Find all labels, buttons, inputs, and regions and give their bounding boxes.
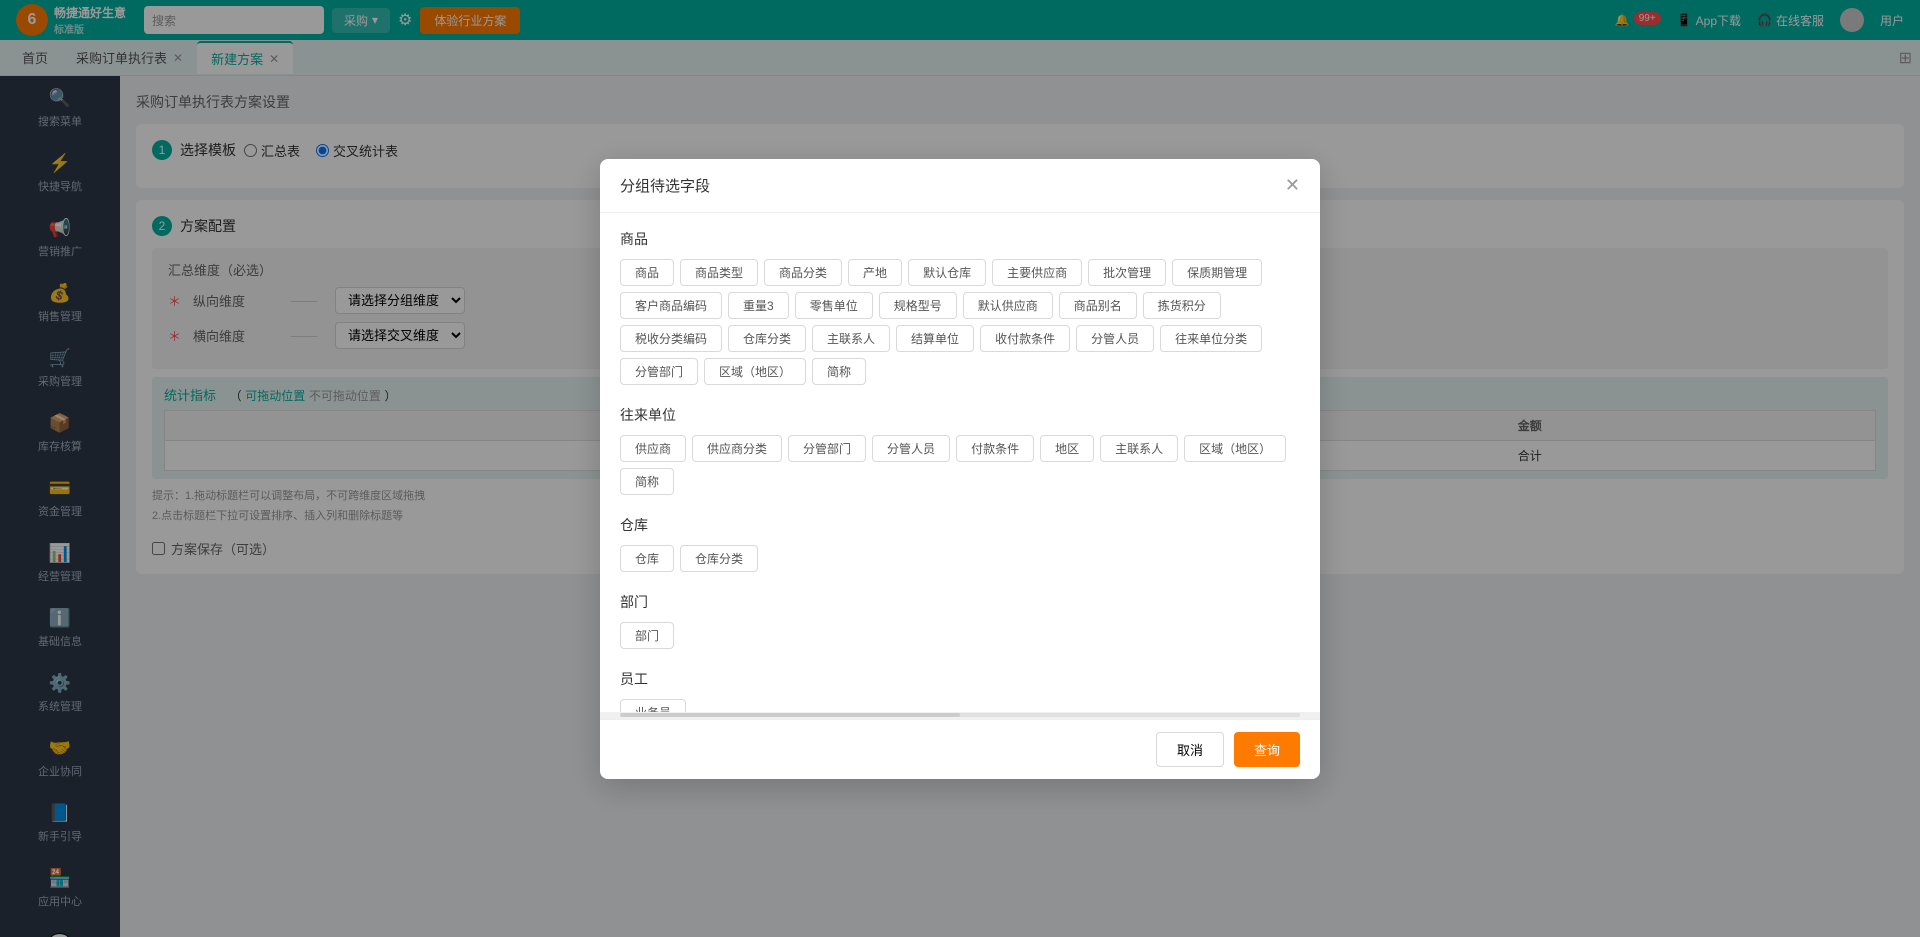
modal-header: 分组待选字段 ✕	[600, 159, 1320, 213]
section-product-title: 商品	[620, 229, 1300, 249]
field-tag-supervisor[interactable]: 分管人员	[1076, 325, 1154, 352]
modal-footer: 取消 查询	[600, 719, 1320, 779]
field-tag-pick-points[interactable]: 拣货积分	[1143, 292, 1221, 319]
section-warehouse: 仓库 仓库 仓库分类	[620, 515, 1300, 572]
modal-cancel-btn[interactable]: 取消	[1156, 732, 1224, 767]
field-tag-product-category[interactable]: 商品分类	[764, 259, 842, 286]
field-tag-settlement-unit[interactable]: 结算单位	[896, 325, 974, 352]
field-tag-payment-condition[interactable]: 付款条件	[956, 435, 1034, 462]
field-tag-spec-model[interactable]: 规格型号	[879, 292, 957, 319]
section-employee-title: 员工	[620, 669, 1300, 689]
section-dept-title: 部门	[620, 592, 1300, 612]
field-tag-region[interactable]: 区域（地区）	[704, 358, 806, 385]
field-tag-counterpart-short[interactable]: 简称	[620, 468, 674, 495]
section-counterpart: 往来单位 供应商 供应商分类 分管部门 分管人员 付款条件 地区 主联系人 区域…	[620, 405, 1300, 495]
field-tag-warehouse-category[interactable]: 仓库分类	[728, 325, 806, 352]
section-warehouse-title: 仓库	[620, 515, 1300, 535]
field-tag-main-contact[interactable]: 主联系人	[812, 325, 890, 352]
section-counterpart-title: 往来单位	[620, 405, 1300, 425]
field-tag-default-warehouse[interactable]: 默认仓库	[908, 259, 986, 286]
field-tag-department[interactable]: 部门	[620, 622, 674, 649]
field-tag-counterpart-category[interactable]: 往来单位分类	[1160, 325, 1262, 352]
field-tag-customer-code[interactable]: 客户商品编码	[620, 292, 722, 319]
field-tag-warehouse-type[interactable]: 仓库分类	[680, 545, 758, 572]
section-employee: 员工 业务员	[620, 669, 1300, 713]
modal-confirm-btn[interactable]: 查询	[1234, 732, 1300, 767]
field-tag-product-type[interactable]: 商品类型	[680, 259, 758, 286]
field-tag-product[interactable]: 商品	[620, 259, 674, 286]
field-tag-supplier[interactable]: 供应商	[620, 435, 686, 462]
field-tag-counterpart-dept[interactable]: 分管部门	[788, 435, 866, 462]
modal-title: 分组待选字段	[620, 175, 710, 196]
field-tag-supplier-category[interactable]: 供应商分类	[692, 435, 782, 462]
field-select-modal: 分组待选字段 ✕ 商品 商品 商品类型 商品分类 产地 默认仓库 主要供应商 批…	[600, 159, 1320, 779]
section-counterpart-tags: 供应商 供应商分类 分管部门 分管人员 付款条件 地区 主联系人 区域（地区） …	[620, 435, 1300, 495]
section-product: 商品 商品 商品类型 商品分类 产地 默认仓库 主要供应商 批次管理 保质期管理…	[620, 229, 1300, 385]
field-tag-main-supplier[interactable]: 主要供应商	[992, 259, 1082, 286]
field-tag-counterpart-region[interactable]: 区域（地区）	[1184, 435, 1286, 462]
field-tag-counterpart-contact[interactable]: 主联系人	[1100, 435, 1178, 462]
section-dept-tags: 部门	[620, 622, 1300, 649]
field-tag-warehouse[interactable]: 仓库	[620, 545, 674, 572]
field-tag-area[interactable]: 地区	[1040, 435, 1094, 462]
field-tag-origin[interactable]: 产地	[848, 259, 902, 286]
modal-hscroll-track	[620, 713, 1300, 717]
modal-body: 商品 商品 商品类型 商品分类 产地 默认仓库 主要供应商 批次管理 保质期管理…	[600, 213, 1320, 713]
section-dept: 部门 部门	[620, 592, 1300, 649]
field-tag-retail-unit[interactable]: 零售单位	[795, 292, 873, 319]
field-tag-dept[interactable]: 分管部门	[620, 358, 698, 385]
field-tag-weight3[interactable]: 重量3	[728, 292, 789, 319]
section-employee-tags: 业务员	[620, 699, 1300, 713]
section-warehouse-tags: 仓库 仓库分类	[620, 545, 1300, 572]
field-tag-salesperson[interactable]: 业务员	[620, 699, 686, 713]
field-tag-product-alias[interactable]: 商品别名	[1059, 292, 1137, 319]
modal-hscroll-thumb	[620, 713, 960, 717]
field-tag-counterpart-supervisor[interactable]: 分管人员	[872, 435, 950, 462]
field-tag-batch-mgmt[interactable]: 批次管理	[1088, 259, 1166, 286]
modal-close-btn[interactable]: ✕	[1285, 175, 1300, 196]
field-tag-short-name[interactable]: 简称	[812, 358, 866, 385]
modal-overlay: 分组待选字段 ✕ 商品 商品 商品类型 商品分类 产地 默认仓库 主要供应商 批…	[0, 0, 1920, 937]
field-tag-payment-terms[interactable]: 收付款条件	[980, 325, 1070, 352]
section-product-tags: 商品 商品类型 商品分类 产地 默认仓库 主要供应商 批次管理 保质期管理 客户…	[620, 259, 1300, 385]
field-tag-default-supplier[interactable]: 默认供应商	[963, 292, 1053, 319]
field-tag-tax-code[interactable]: 税收分类编码	[620, 325, 722, 352]
field-tag-expiry-mgmt[interactable]: 保质期管理	[1172, 259, 1262, 286]
